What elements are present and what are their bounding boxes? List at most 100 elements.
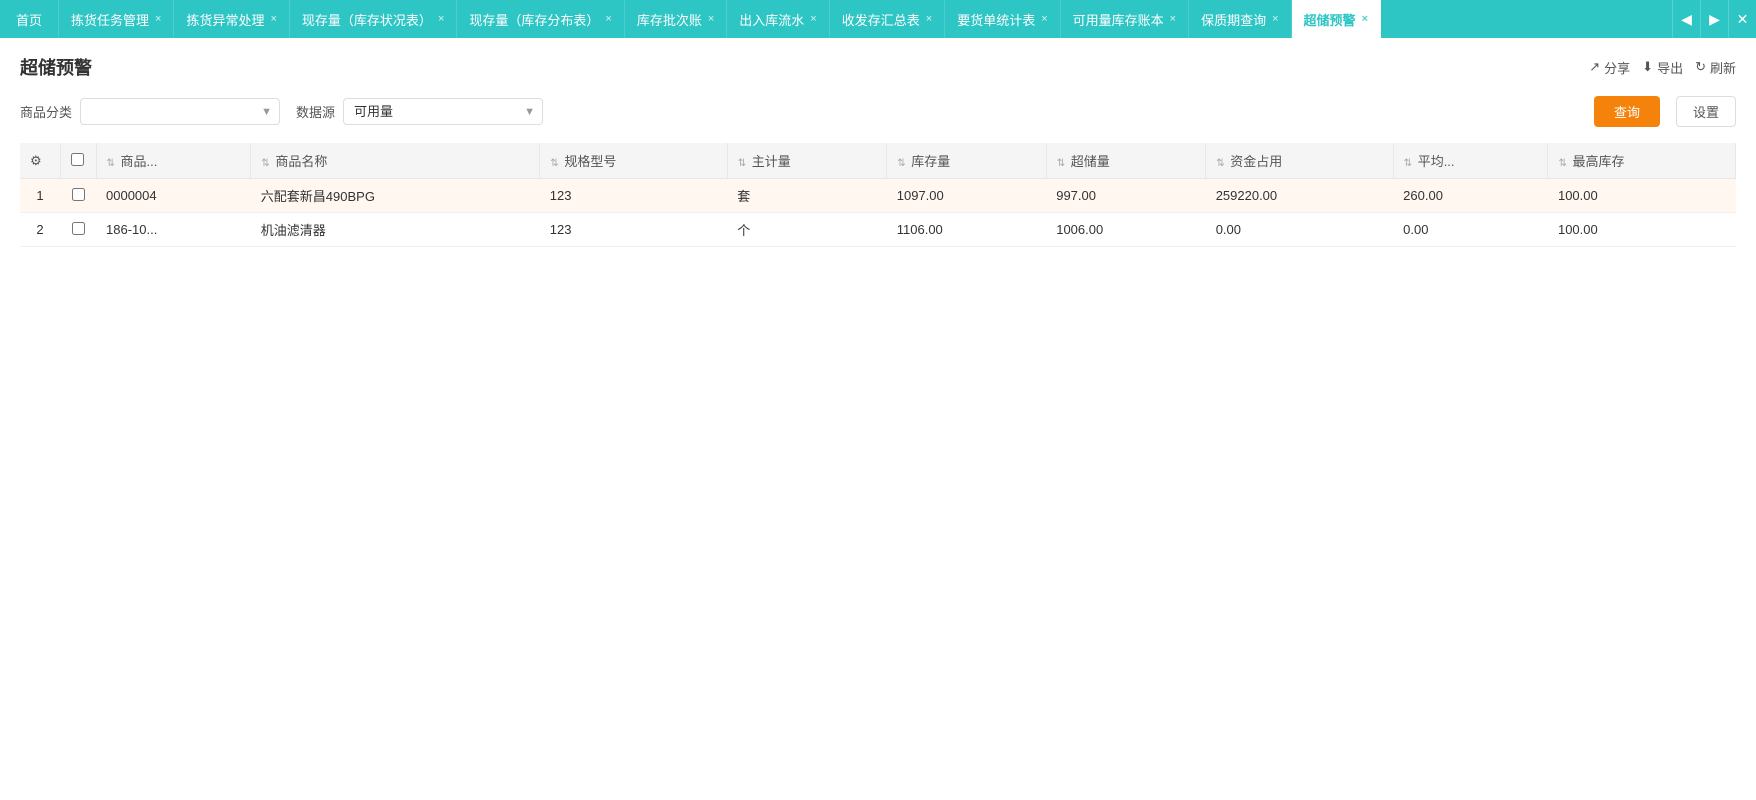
datasource-select[interactable]: 可用量 库存量 bbox=[343, 98, 543, 125]
cell-avg: 0.00 bbox=[1393, 213, 1548, 247]
category-select[interactable] bbox=[80, 98, 280, 125]
share-label: 分享 bbox=[1604, 58, 1630, 77]
col-label: 超储量 bbox=[1071, 154, 1110, 169]
sort-icon: ⇅ bbox=[738, 158, 746, 169]
col-label: 最高库存 bbox=[1572, 154, 1624, 169]
col-label: 规格型号 bbox=[564, 154, 616, 169]
row-checkbox-cell bbox=[60, 213, 96, 247]
table-row: 1 0000004 六配套新昌490BPG 123 套 1097.00 997.… bbox=[20, 179, 1736, 213]
col-header-gear: ⚙ bbox=[20, 143, 60, 179]
col-header-product-code[interactable]: ⇅ 商品... bbox=[96, 143, 251, 179]
tab-label: 现存量（库存分布表） bbox=[469, 10, 599, 29]
cell-max-stock: 100.00 bbox=[1548, 179, 1736, 213]
tab-expiry[interactable]: 保质期查询 × bbox=[1189, 0, 1291, 38]
cell-spec: 123 bbox=[540, 213, 727, 247]
tab-exception[interactable]: 拣货异常处理 × bbox=[174, 0, 289, 38]
refresh-label: 刷新 bbox=[1710, 58, 1736, 77]
page-title-row: 超储预警 ↗ 分享 ⬇ 导出 ↻ 刷新 bbox=[20, 54, 1736, 80]
datasource-label: 数据源 bbox=[296, 102, 335, 121]
nav-next-button[interactable]: ▶ bbox=[1700, 0, 1728, 38]
sort-icon: ⇅ bbox=[1216, 158, 1224, 169]
tab-close-icon[interactable]: × bbox=[1170, 13, 1176, 25]
tab-inout-flow[interactable]: 出入库流水 × bbox=[727, 0, 829, 38]
cell-avg: 260.00 bbox=[1393, 179, 1548, 213]
col-header-unit[interactable]: ⇅ 主计量 bbox=[727, 143, 886, 179]
row-checkbox[interactable] bbox=[72, 188, 85, 201]
tab-summary[interactable]: 收发存汇总表 × bbox=[830, 0, 945, 38]
cell-stock: 1106.00 bbox=[887, 213, 1046, 247]
nav-home[interactable]: 首页 bbox=[0, 0, 59, 38]
cell-product-code: 186-10... bbox=[96, 213, 251, 247]
row-index: 1 bbox=[20, 179, 60, 213]
nav-close-all-button[interactable]: ✕ bbox=[1728, 0, 1756, 38]
tab-available-ledger[interactable]: 可用量库存账本 × bbox=[1061, 0, 1189, 38]
col-header-stock[interactable]: ⇅ 库存量 bbox=[887, 143, 1046, 179]
cell-product-name: 机油滤清器 bbox=[251, 213, 540, 247]
col-label: 平均... bbox=[1418, 154, 1455, 169]
col-label: 资金占用 bbox=[1230, 154, 1282, 169]
sort-icon: ⇅ bbox=[897, 158, 905, 169]
tab-close-icon[interactable]: × bbox=[270, 13, 276, 25]
tab-label: 保质期查询 bbox=[1201, 10, 1266, 29]
page-title: 超储预警 bbox=[20, 54, 92, 80]
export-label: 导出 bbox=[1657, 58, 1683, 77]
cell-product-code: 0000004 bbox=[96, 179, 251, 213]
col-header-product-name[interactable]: ⇅ 商品名称 bbox=[251, 143, 540, 179]
sort-icon: ⇅ bbox=[261, 158, 269, 169]
tab-close-icon[interactable]: × bbox=[810, 13, 816, 25]
tab-demand-stats[interactable]: 要货单统计表 × bbox=[945, 0, 1060, 38]
cell-unit: 套 bbox=[727, 179, 886, 213]
sort-icon: ⇅ bbox=[1558, 158, 1566, 169]
table-row: 2 186-10... 机油滤清器 123 个 1106.00 1006.00 … bbox=[20, 213, 1736, 247]
category-label: 商品分类 bbox=[20, 102, 72, 121]
datasource-filter-group: 数据源 可用量 库存量 ▼ bbox=[296, 98, 543, 125]
col-label: 商品名称 bbox=[275, 154, 327, 169]
datasource-select-wrapper: 可用量 库存量 ▼ bbox=[343, 98, 543, 125]
col-header-overstock[interactable]: ⇅ 超储量 bbox=[1046, 143, 1205, 179]
gear-icon[interactable]: ⚙ bbox=[30, 153, 42, 168]
tab-close-icon[interactable]: × bbox=[1041, 13, 1047, 25]
select-all-checkbox[interactable] bbox=[71, 153, 84, 166]
tab-stock-dist[interactable]: 现存量（库存分布表） × bbox=[457, 0, 624, 38]
tab-close-icon[interactable]: × bbox=[155, 13, 161, 25]
cell-unit: 个 bbox=[727, 213, 886, 247]
col-header-capital[interactable]: ⇅ 资金占用 bbox=[1206, 143, 1393, 179]
page-actions: ↗ 分享 ⬇ 导出 ↻ 刷新 bbox=[1589, 58, 1736, 77]
tab-overstock[interactable]: 超储预警 × bbox=[1292, 0, 1381, 38]
tab-label: 要货单统计表 bbox=[957, 10, 1035, 29]
tab-task-mgmt[interactable]: 拣货任务管理 × bbox=[59, 0, 174, 38]
tab-close-icon[interactable]: × bbox=[1362, 13, 1368, 25]
tab-label: 拣货任务管理 bbox=[71, 10, 149, 29]
settings-button[interactable]: 设置 bbox=[1676, 96, 1736, 127]
col-header-spec[interactable]: ⇅ 规格型号 bbox=[540, 143, 727, 179]
top-nav: 首页 拣货任务管理 × 拣货异常处理 × 现存量（库存状况表） × 现存量（库存… bbox=[0, 0, 1756, 38]
col-header-max-stock[interactable]: ⇅ 最高库存 bbox=[1548, 143, 1736, 179]
col-header-avg[interactable]: ⇅ 平均... bbox=[1393, 143, 1548, 179]
tab-close-icon[interactable]: × bbox=[605, 13, 611, 25]
tab-close-icon[interactable]: × bbox=[438, 13, 444, 25]
tab-batch-ledger[interactable]: 库存批次账 × bbox=[625, 0, 727, 38]
tab-stock-status[interactable]: 现存量（库存状况表） × bbox=[290, 0, 457, 38]
nav-prev-button[interactable]: ◀ bbox=[1672, 0, 1700, 38]
tab-close-icon[interactable]: × bbox=[1272, 13, 1278, 25]
category-select-wrapper: ▼ bbox=[80, 98, 280, 125]
tab-close-icon[interactable]: × bbox=[708, 13, 714, 25]
col-label: 库存量 bbox=[911, 154, 950, 169]
tab-close-icon[interactable]: × bbox=[926, 13, 932, 25]
col-header-checkbox bbox=[60, 143, 96, 179]
tab-label: 超储预警 bbox=[1304, 10, 1356, 29]
export-button[interactable]: ⬇ 导出 bbox=[1642, 58, 1683, 77]
filter-row: 商品分类 ▼ 数据源 可用量 库存量 ▼ 查询 设置 bbox=[20, 96, 1736, 127]
row-checkbox[interactable] bbox=[72, 222, 85, 235]
refresh-button[interactable]: ↻ 刷新 bbox=[1695, 58, 1736, 77]
sort-icon: ⇅ bbox=[550, 158, 558, 169]
share-icon: ↗ bbox=[1589, 59, 1600, 75]
sort-icon: ⇅ bbox=[1404, 158, 1412, 169]
tab-label: 拣货异常处理 bbox=[186, 10, 264, 29]
share-button[interactable]: ↗ 分享 bbox=[1589, 58, 1630, 77]
query-button[interactable]: 查询 bbox=[1594, 96, 1660, 127]
sort-icon: ⇅ bbox=[107, 158, 115, 169]
row-index: 2 bbox=[20, 213, 60, 247]
tab-label: 现存量（库存状况表） bbox=[302, 10, 432, 29]
cell-stock: 1097.00 bbox=[887, 179, 1046, 213]
